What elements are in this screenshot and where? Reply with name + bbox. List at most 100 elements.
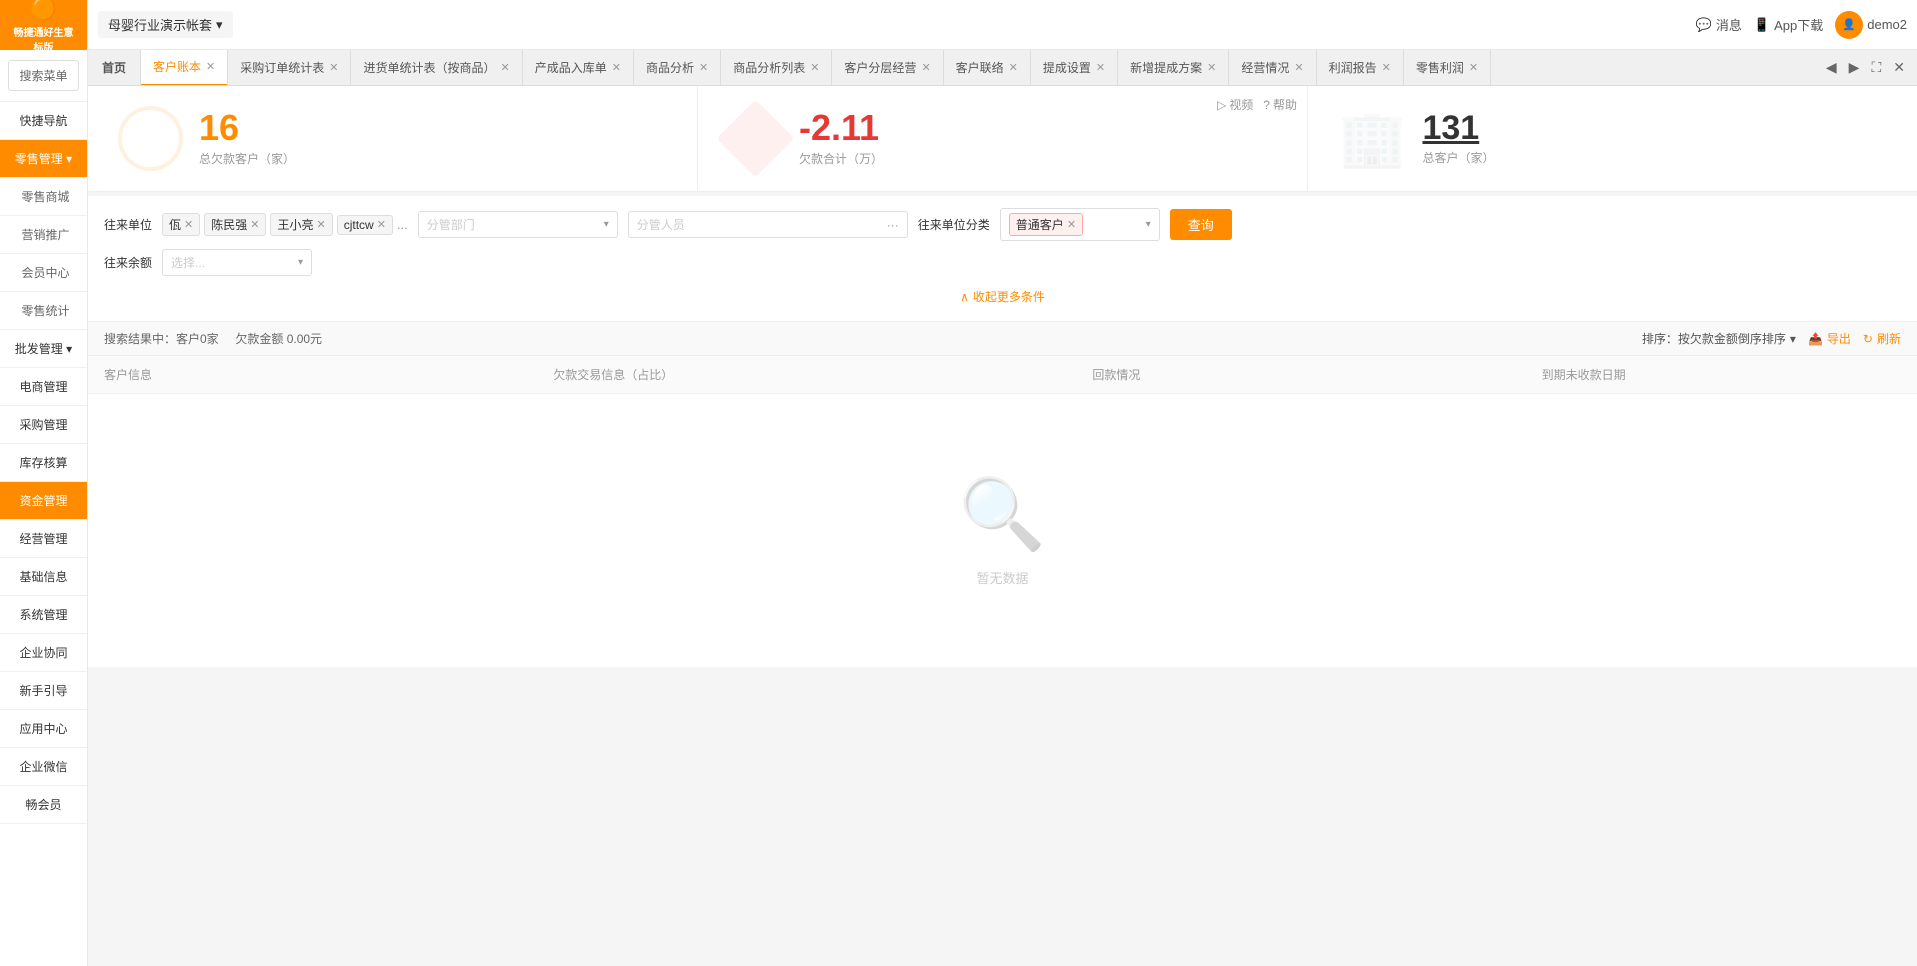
- unit-type-select[interactable]: 普通客户 ✕ ▾: [1000, 208, 1160, 241]
- unit-type-label: 往来单位分类: [918, 216, 990, 233]
- export-button[interactable]: 📤 导出: [1808, 330, 1851, 347]
- refresh-button[interactable]: ↻ 刷新: [1863, 330, 1901, 347]
- result-text: 搜索结果中：客户0家 欠款金额 0.00元: [104, 330, 322, 347]
- tab-profit-report[interactable]: 利润报告 ✕: [1317, 50, 1404, 86]
- tab-home[interactable]: 首页: [88, 50, 141, 86]
- sidebar-item-quick-nav[interactable]: 快捷导航: [0, 102, 87, 140]
- refresh-icon: ↻: [1863, 332, 1873, 346]
- tab-customer-tier[interactable]: 客户分层经营 ✕: [832, 50, 943, 86]
- tab-close-icon[interactable]: ✕: [1009, 61, 1018, 74]
- unit-filter-label: 往来单位: [104, 216, 152, 233]
- sidebar-item-system[interactable]: 系统管理: [0, 596, 87, 634]
- sort-select[interactable]: 排序：按欠款金额倒序排序 ▾: [1642, 330, 1796, 347]
- main-area: 母婴行业演示帐套 ▾ 💬 消息 📱 App下载 👤 demo2 首页 客户账本: [88, 0, 1917, 966]
- sidebar-item-ecommerce[interactable]: 电商管理: [0, 368, 87, 406]
- person-filter-select[interactable]: 分管人员 ···: [628, 211, 908, 238]
- unit-tag-1-remove[interactable]: ✕: [250, 218, 259, 231]
- unit-tag-0-remove[interactable]: ✕: [184, 218, 193, 231]
- tab-close-all-icon[interactable]: ✕: [1889, 57, 1909, 78]
- stat-value-debt: -2.11: [799, 110, 883, 146]
- sidebar-item-corp-collab[interactable]: 企业协同: [0, 634, 87, 672]
- chevron-up-icon: ∧: [960, 290, 969, 304]
- stat-icon-circle: [118, 106, 183, 171]
- unit-tag-0: 佤 ✕: [162, 213, 200, 236]
- query-button[interactable]: 查询: [1170, 209, 1232, 240]
- data-table: 客户信息 欠款交易信息（占比） 回款情况 到期未收款日期 🔍 暂无数据: [88, 356, 1917, 667]
- dept-filter-select[interactable]: 分管部门 ▾: [418, 211, 618, 238]
- unit-tag-2-remove[interactable]: ✕: [317, 218, 326, 231]
- stat-icon-building: 🏢: [1338, 106, 1406, 171]
- sidebar-item-newbie[interactable]: 新手引导: [0, 672, 87, 710]
- empty-icon: 🔍: [959, 474, 1046, 556]
- stat-label-total: 总客户（家）: [1422, 149, 1494, 166]
- sidebar-item-wholesale[interactable]: 批发管理 ▾: [0, 330, 87, 368]
- tab-customer-contact[interactable]: 客户联络 ✕: [944, 50, 1031, 86]
- tab-close-icon[interactable]: ✕: [501, 61, 510, 74]
- sidebar-item-purchase[interactable]: 采购管理: [0, 406, 87, 444]
- tab-operations[interactable]: 经营情况 ✕: [1229, 50, 1316, 86]
- sidebar-item-corp-wechat[interactable]: 企业微信: [0, 748, 87, 786]
- tab-close-icon[interactable]: ✕: [329, 61, 338, 74]
- balance-filter-select[interactable]: 选择... ▾: [162, 249, 312, 276]
- tab-commission-settings[interactable]: 提成设置 ✕: [1031, 50, 1118, 86]
- tab-product-analysis-list[interactable]: 商品分析列表 ✕: [721, 50, 832, 86]
- unit-tags-more[interactable]: ...: [397, 217, 408, 232]
- tab-maximize-icon[interactable]: ⛶: [1867, 57, 1885, 78]
- app-logo: 🟠 畅捷通好生意 标版: [0, 0, 87, 50]
- user-avatar: 👤: [1835, 11, 1863, 39]
- unit-type-tag: 普通客户 ✕: [1009, 213, 1083, 236]
- sidebar-item-retail-mgmt[interactable]: 零售管理 ▾: [0, 140, 87, 178]
- tab-close-icon[interactable]: ✕: [1382, 61, 1391, 74]
- play-icon: ▷: [1217, 98, 1226, 112]
- tab-close-icon[interactable]: ✕: [612, 61, 621, 74]
- tab-close-icon[interactable]: ✕: [1469, 61, 1478, 74]
- sidebar-item-finance[interactable]: 资金管理: [0, 482, 87, 520]
- collapse-row: ∧ 收起更多条件: [104, 284, 1901, 309]
- sidebar-item-retail-mall[interactable]: 零售商城: [0, 178, 87, 216]
- sidebar-item-marketing[interactable]: 营销推广: [0, 216, 87, 254]
- tab-close-icon[interactable]: ✕: [1207, 61, 1216, 74]
- tab-close-icon[interactable]: ✕: [921, 61, 930, 74]
- sidebar-item-operations[interactable]: 经营管理: [0, 520, 87, 558]
- tab-close-icon[interactable]: ✕: [699, 61, 708, 74]
- topbar: 母婴行业演示帐套 ▾ 💬 消息 📱 App下载 👤 demo2: [88, 0, 1917, 50]
- tab-product-inbound[interactable]: 产成品入库单 ✕: [523, 50, 634, 86]
- stat-value-total: 131: [1422, 111, 1494, 145]
- tab-add-commission[interactable]: 新增提成方案 ✕: [1118, 50, 1229, 86]
- app-download-button[interactable]: 📱 App下载: [1754, 15, 1823, 34]
- video-help-link[interactable]: ▷ 视频: [1217, 96, 1253, 113]
- sidebar-item-member2[interactable]: 畅会员: [0, 786, 87, 824]
- tab-close-icon[interactable]: ✕: [206, 60, 215, 73]
- search-menu-button[interactable]: 搜索菜单: [8, 60, 79, 91]
- account-selector[interactable]: 母婴行业演示帐套 ▾: [98, 11, 233, 38]
- sidebar-search-section: 搜索菜单: [0, 50, 87, 102]
- stat-info-debt: -2.11 欠款合计（万）: [799, 110, 883, 167]
- filter-row-1: 往来单位 佤 ✕ 陈民强 ✕ 王小亮 ✕ cjttcw: [104, 208, 1901, 241]
- user-menu[interactable]: 👤 demo2: [1835, 11, 1907, 39]
- sidebar-item-inventory[interactable]: 库存核算: [0, 444, 87, 482]
- unit-tag-3-remove[interactable]: ✕: [377, 218, 386, 231]
- tab-retail-profit[interactable]: 零售利润 ✕: [1404, 50, 1491, 86]
- help-link[interactable]: ? 帮助: [1263, 96, 1297, 113]
- balance-chevron-icon: ▾: [298, 257, 303, 268]
- sidebar-item-basic-info[interactable]: 基础信息: [0, 558, 87, 596]
- unit-type-tag-remove[interactable]: ✕: [1067, 218, 1076, 231]
- tab-close-icon[interactable]: ✕: [1294, 61, 1303, 74]
- tab-customer-ledger[interactable]: 客户账本 ✕: [141, 50, 228, 86]
- tab-scroll-right-icon[interactable]: ▶: [1845, 57, 1864, 78]
- stat-card-total-customers: 🏢 131 总客户（家）: [1308, 86, 1917, 191]
- tab-scroll-left-icon[interactable]: ◀: [1822, 57, 1841, 78]
- tab-close-icon[interactable]: ✕: [810, 61, 819, 74]
- tab-purchase-order-stats[interactable]: 采购订单统计表 ✕: [228, 50, 351, 86]
- tab-product-analysis[interactable]: 商品分析 ✕: [634, 50, 721, 86]
- sidebar-item-member[interactable]: 会员中心: [0, 254, 87, 292]
- sidebar-item-app-center[interactable]: 应用中心: [0, 710, 87, 748]
- sidebar-item-retail-stats[interactable]: 零售统计: [0, 292, 87, 330]
- collapse-button[interactable]: ∧ 收起更多条件: [956, 284, 1049, 309]
- empty-text: 暂无数据: [976, 568, 1028, 587]
- message-icon: 💬: [1696, 17, 1712, 33]
- messages-button[interactable]: 💬 消息: [1696, 15, 1742, 34]
- person-more-icon: ···: [887, 218, 899, 232]
- tab-stock-stats-product[interactable]: 进货单统计表（按商品） ✕: [351, 50, 522, 86]
- tab-close-icon[interactable]: ✕: [1096, 61, 1105, 74]
